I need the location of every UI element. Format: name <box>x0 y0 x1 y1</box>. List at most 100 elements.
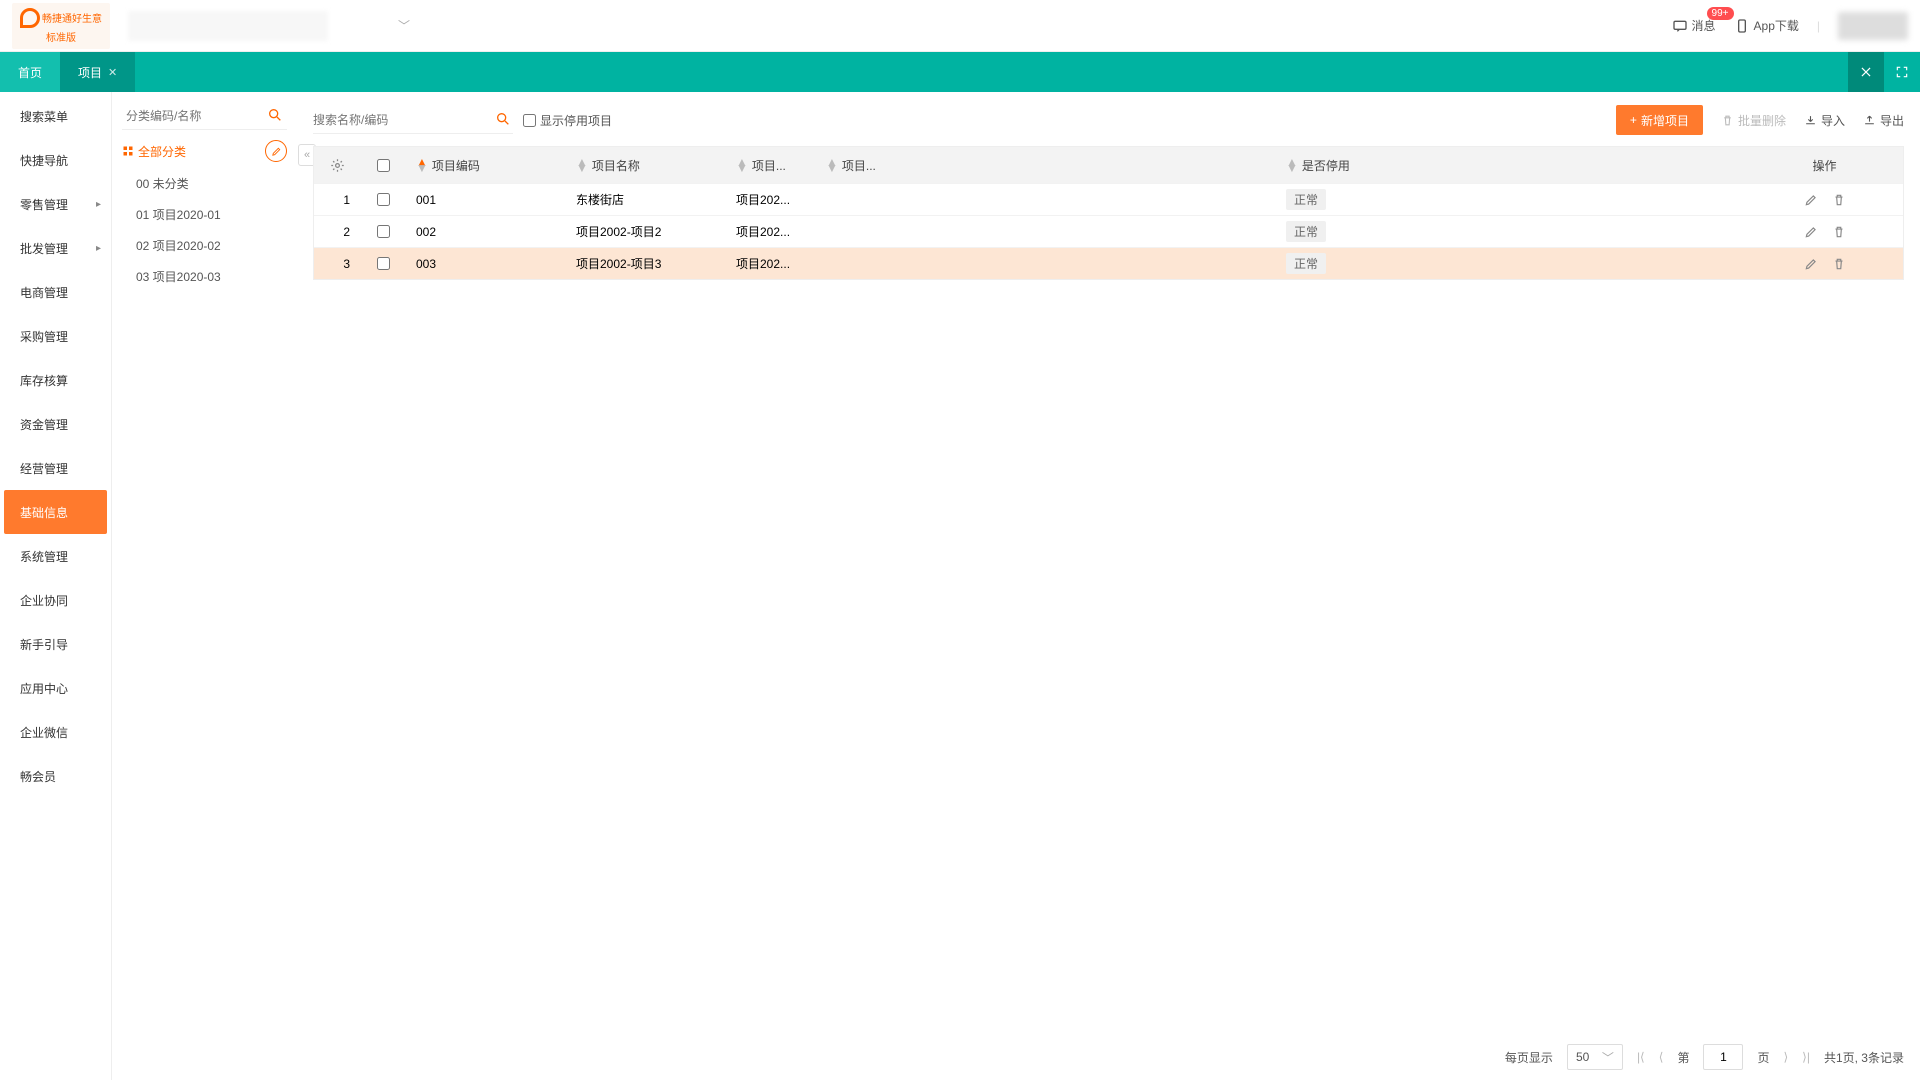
search-icon[interactable] <box>495 111 511 127</box>
edit-category-button[interactable] <box>265 140 287 162</box>
prev-page-button[interactable]: ⟨ <box>1659 1050 1664 1064</box>
tab-close-button[interactable] <box>1848 52 1884 92</box>
edit-row-button[interactable] <box>1804 193 1818 207</box>
col-category[interactable]: 项目... <box>726 147 816 183</box>
category-all[interactable]: 全部分类 <box>122 140 287 162</box>
logo-icon <box>20 8 40 28</box>
category-item[interactable]: 02 项目2020-02 <box>122 230 287 261</box>
sidebar-item[interactable]: 采购管理 <box>0 314 111 358</box>
cell-cat: 项目202... <box>726 184 816 215</box>
search-icon[interactable] <box>267 107 283 123</box>
delete-row-button[interactable] <box>1832 225 1846 239</box>
col-name[interactable]: 项目名称 <box>566 147 726 183</box>
table-row[interactable]: 3003项目2002-项目3项目202...正常 <box>314 247 1903 279</box>
sidebar-item[interactable]: 资金管理 <box>0 402 111 446</box>
edit-row-button[interactable] <box>1804 225 1818 239</box>
cell-cat2 <box>816 216 1276 247</box>
row-checkbox[interactable] <box>377 193 390 206</box>
brand-text: 畅捷通好生意 <box>42 10 102 25</box>
page-summary: 共1页, 3条记录 <box>1824 1049 1904 1066</box>
side-nav: 搜索菜单快捷导航零售管理▸批发管理▸电商管理采购管理库存核算资金管理经营管理基础… <box>0 92 112 1080</box>
row-checkbox[interactable] <box>377 225 390 238</box>
cell-name: 项目2002-项目2 <box>566 216 726 247</box>
last-page-button[interactable]: ⟩| <box>1802 1050 1810 1064</box>
pencil-icon <box>271 146 282 157</box>
col-actions: 操作 <box>1746 147 1903 183</box>
export-icon <box>1863 114 1876 127</box>
sidebar-item[interactable]: 电商管理 <box>0 270 111 314</box>
col-category2[interactable]: 项目... <box>816 147 1276 183</box>
tab-home[interactable]: 首页 <box>0 52 60 92</box>
next-page-button[interactable]: ⟩ <box>1783 1050 1788 1064</box>
project-table: 项目编码 项目名称 项目... 项目... 是否停用 操作 1001东楼街店项目… <box>313 146 1904 280</box>
tab-project[interactable]: 项目 ✕ <box>60 52 135 92</box>
pencil-icon <box>1804 225 1818 239</box>
pagination: 每页显示 50 ﹀ |⟨ ⟨ 第 页 ⟩ ⟩| 共1页, 3条记录 <box>1505 1044 1904 1070</box>
company-selector[interactable] <box>128 11 328 41</box>
close-icon[interactable]: ✕ <box>108 66 117 79</box>
cell-status: 正常 <box>1276 248 1746 279</box>
table-row[interactable]: 2002项目2002-项目2项目202...正常 <box>314 215 1903 247</box>
sidebar-item[interactable]: 零售管理▸ <box>0 182 111 226</box>
sidebar-item[interactable]: 批发管理▸ <box>0 226 111 270</box>
sidebar-item[interactable]: 库存核算 <box>0 358 111 402</box>
caret-icon: ▸ <box>96 199 101 210</box>
category-search <box>122 102 287 130</box>
cell-code: 003 <box>406 248 566 279</box>
sidebar-item[interactable]: 企业协同 <box>0 578 111 622</box>
chevron-down-icon: ﹀ <box>1602 1049 1614 1066</box>
cell-cat2 <box>816 248 1276 279</box>
gear-column[interactable] <box>314 147 360 183</box>
table-row[interactable]: 1001东楼街店项目202...正常 <box>314 183 1903 215</box>
fullscreen-button[interactable] <box>1884 52 1920 92</box>
export-button[interactable]: 导出 <box>1863 112 1904 129</box>
row-checkbox[interactable] <box>377 257 390 270</box>
category-item[interactable]: 00 未分类 <box>122 168 287 199</box>
sidebar-item[interactable]: 系统管理 <box>0 534 111 578</box>
cell-cat: 项目202... <box>726 216 816 247</box>
sidebar-item[interactable]: 经营管理 <box>0 446 111 490</box>
brand-logo: 畅捷通好生意 标准版 <box>12 3 110 49</box>
select-all-checkbox[interactable] <box>377 159 390 172</box>
import-button[interactable]: 导入 <box>1804 112 1845 129</box>
category-search-input[interactable] <box>122 102 287 130</box>
main-content: 显示停用项目 + 新增项目 批量删除 导入 导出 <box>297 92 1920 1080</box>
per-page-select[interactable]: 50 ﹀ <box>1567 1044 1623 1070</box>
delete-row-button[interactable] <box>1832 257 1846 271</box>
category-item[interactable]: 01 项目2020-01 <box>122 199 287 230</box>
gear-icon <box>330 158 345 173</box>
sidebar-item[interactable]: 企业微信 <box>0 710 111 754</box>
sidebar-item[interactable]: 应用中心 <box>0 666 111 710</box>
pencil-icon <box>1804 193 1818 207</box>
category-all-label: 全部分类 <box>138 143 186 160</box>
new-project-button[interactable]: + 新增项目 <box>1616 105 1703 135</box>
sidebar-item[interactable]: 搜索菜单 <box>0 94 111 138</box>
cell-name: 东楼街店 <box>566 184 726 215</box>
chevron-down-icon[interactable]: ﹀ <box>398 17 410 34</box>
app-download-button[interactable]: App下载 <box>1734 17 1799 34</box>
sidebar-item[interactable]: 基础信息 <box>4 490 107 534</box>
category-item[interactable]: 03 项目2020-03 <box>122 261 287 292</box>
user-avatar[interactable] <box>1838 12 1908 40</box>
messages-button[interactable]: 消息 <box>1672 17 1716 34</box>
sidebar-item[interactable]: 新手引导 <box>0 622 111 666</box>
sidebar-item[interactable]: 畅会员 <box>0 754 111 798</box>
col-code[interactable]: 项目编码 <box>406 147 566 183</box>
edit-row-button[interactable] <box>1804 257 1818 271</box>
expand-icon <box>1895 65 1909 79</box>
sidebar-item[interactable]: 快捷导航 <box>0 138 111 182</box>
toolbar: 显示停用项目 + 新增项目 批量删除 导入 导出 <box>313 100 1904 140</box>
trash-icon <box>1832 225 1846 239</box>
page-input[interactable] <box>1703 1044 1743 1070</box>
caret-icon: ▸ <box>96 243 101 254</box>
delete-row-button[interactable] <box>1832 193 1846 207</box>
show-disabled-checkbox[interactable]: 显示停用项目 <box>523 112 612 129</box>
grid-icon <box>122 145 134 157</box>
first-page-button[interactable]: |⟨ <box>1637 1050 1645 1064</box>
app-download-label: App下载 <box>1754 17 1799 34</box>
trash-icon <box>1721 114 1734 127</box>
messages-label: 消息 <box>1692 17 1716 34</box>
col-disabled[interactable]: 是否停用 <box>1276 147 1746 183</box>
cell-code: 002 <box>406 216 566 247</box>
table-search-input[interactable] <box>313 106 513 134</box>
